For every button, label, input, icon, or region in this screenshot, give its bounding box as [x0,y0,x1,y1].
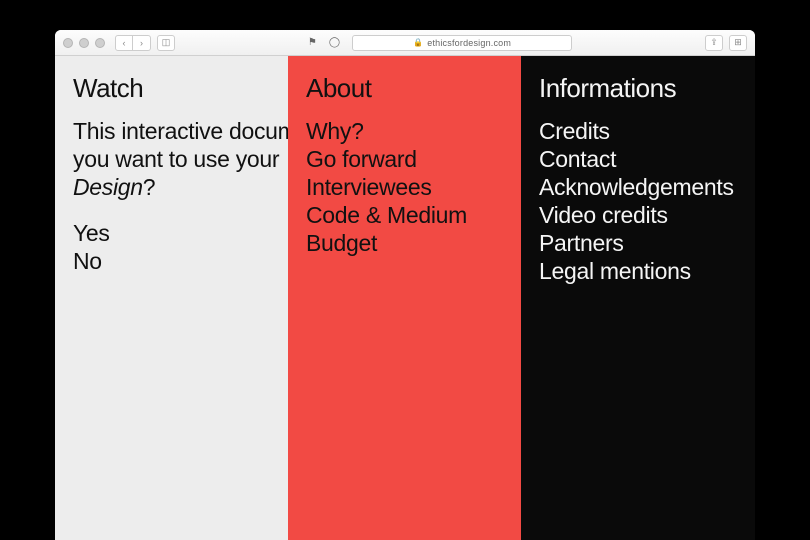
column-informations: Informations Credits Contact Acknowledge… [521,56,755,540]
info-list: Credits Contact Acknowledgements Video c… [539,117,755,285]
about-list: Why? Go forward Interviewees Code & Medi… [306,117,503,257]
about-item-code-medium[interactable]: Code & Medium [306,201,503,229]
prompt-line: This interactive documentary [73,117,288,145]
sidebar-button[interactable]: ◫ [157,35,175,51]
back-button[interactable]: ‹ [115,35,133,51]
option-yes[interactable]: Yes [73,219,270,247]
minimize-icon[interactable] [79,38,89,48]
lock-icon: 🔒 [413,38,423,47]
close-icon[interactable] [63,38,73,48]
nav-buttons: ‹ › [115,35,151,51]
maximize-icon[interactable] [95,38,105,48]
window-controls [63,38,105,48]
tabs-button[interactable]: ⊞ [729,35,747,51]
watch-title[interactable]: Watch [73,74,270,103]
column-about: About Why? Go forward Interviewees Code … [288,56,521,540]
url-text: ethicsfordesign.com [427,38,511,48]
info-item-contact[interactable]: Contact [539,145,755,173]
share-button[interactable]: ⇪ [705,35,723,51]
info-title[interactable]: Informations [539,74,755,103]
info-item-partners[interactable]: Partners [539,229,755,257]
browser-window: ‹ › ◫ ⚑ ◯ 🔒 ethicsfordesign.com ⇪ ⊞ Watc… [55,30,755,540]
browser-chrome: ‹ › ◫ ⚑ ◯ 🔒 ethicsfordesign.com ⇪ ⊞ [55,30,755,56]
watch-options: Yes No [73,219,270,275]
prompt-qmark: ? [143,174,156,200]
prompt-line: you want to use your [73,145,288,173]
page-content: Watch This interactive documentary you w… [55,56,755,540]
info-item-video-credits[interactable]: Video credits [539,201,755,229]
prompt-italic: Design [73,174,143,200]
column-watch: Watch This interactive documentary you w… [55,56,288,540]
about-title[interactable]: About [306,74,503,103]
info-item-acknowledgements[interactable]: Acknowledgements [539,173,755,201]
address-bar[interactable]: 🔒 ethicsfordesign.com [352,35,572,51]
option-no[interactable]: No [73,247,270,275]
about-item-interviewees[interactable]: Interviewees [306,173,503,201]
extension-icon[interactable]: ⚑ [308,37,317,48]
adblock-icon[interactable]: ◯ [329,37,340,48]
info-item-credits[interactable]: Credits [539,117,755,145]
about-item-go-forward[interactable]: Go forward [306,145,503,173]
watch-prompt: This interactive documentary you want to… [73,117,288,201]
about-item-budget[interactable]: Budget [306,229,503,257]
info-item-legal-mentions[interactable]: Legal mentions [539,257,755,285]
about-item-why[interactable]: Why? [306,117,503,145]
prompt-line: Design? [73,173,288,201]
forward-button[interactable]: › [133,35,151,51]
